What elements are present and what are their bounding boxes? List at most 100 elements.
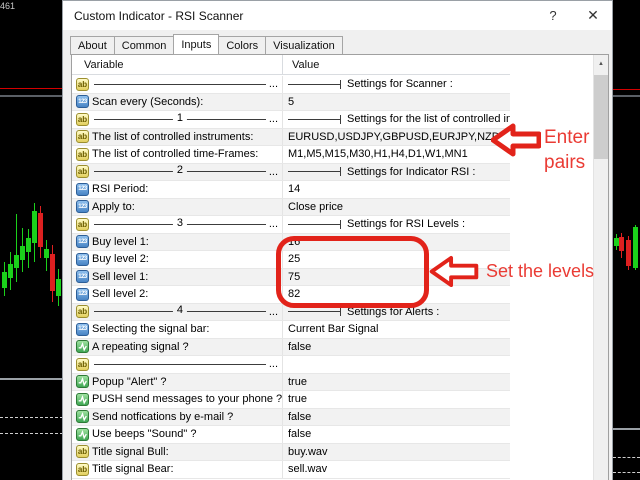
candle-body xyxy=(50,254,55,291)
separator-label: Settings for Scanner : xyxy=(347,78,453,90)
value-text[interactable]: false xyxy=(288,428,311,440)
value-text[interactable]: 5 xyxy=(288,96,294,108)
table-row[interactable]: ab3...Settings for RSI Levels : xyxy=(72,216,510,234)
table-row[interactable]: Popup "Alert" ?true xyxy=(72,374,510,392)
candle-body xyxy=(56,279,61,296)
value-cell[interactable]: Close price xyxy=(283,199,510,216)
chart-horizontal-line xyxy=(613,89,640,90)
value-cell[interactable]: Settings for Alerts : xyxy=(283,304,510,321)
value-text[interactable]: false xyxy=(288,411,311,423)
table-row[interactable]: A repeating signal ?false xyxy=(72,339,510,357)
price-scale-fragment: 461 xyxy=(0,1,15,11)
string-param-icon: ab xyxy=(76,78,89,91)
value-cell[interactable]: M1,M5,M15,M30,H1,H4,D1,W1,MN1 xyxy=(283,146,510,163)
table-row[interactable]: abThe list of controlled time-Frames:M1,… xyxy=(72,146,510,164)
table-row[interactable]: ab2...Settings for Indicator RSI : xyxy=(72,164,510,182)
value-text[interactable]: M1,M5,M15,M30,H1,H4,D1,W1,MN1 xyxy=(288,148,468,160)
tab-visualization[interactable]: Visualization xyxy=(265,36,343,55)
table-row[interactable]: ab4...Settings for Alerts : xyxy=(72,304,510,322)
integer-param-icon: 123 xyxy=(76,200,89,213)
value-cell[interactable]: false xyxy=(283,409,510,426)
table-row[interactable]: abTitle signal Bear:sell.wav xyxy=(72,461,510,479)
table-row[interactable]: PUSH send messages to your phone ? true xyxy=(72,391,510,409)
value-cell[interactable]: Settings for Indicator RSI : xyxy=(283,164,510,181)
value-text[interactable]: true xyxy=(288,376,307,388)
separator-tick xyxy=(340,220,341,229)
table-row[interactable]: Use beeps "Sound" ?false xyxy=(72,426,510,444)
column-header-variable[interactable]: Variable xyxy=(72,55,283,74)
tab-about[interactable]: About xyxy=(70,36,115,55)
value-text[interactable]: 14 xyxy=(288,183,300,195)
table-row[interactable]: 123Apply to:Close price xyxy=(72,199,510,217)
value-text[interactable]: sell.wav xyxy=(288,463,327,475)
value-text[interactable]: buy.wav xyxy=(288,446,328,458)
value-cell[interactable]: 5 xyxy=(283,94,510,111)
value-cell[interactable]: Settings for the list of controlled inst… xyxy=(283,111,510,128)
tab-inputs[interactable]: Inputs xyxy=(173,34,219,55)
candle-body xyxy=(32,211,37,243)
value-cell[interactable]: 82 xyxy=(283,286,510,303)
value-cell[interactable]: false xyxy=(283,426,510,443)
separator-ellipsis: ... xyxy=(269,166,278,178)
table-row[interactable]: 123RSI Period:14 xyxy=(72,181,510,199)
table-row[interactable]: 123Selecting the signal bar:Current Bar … xyxy=(72,321,510,339)
tab-common[interactable]: Common xyxy=(114,36,175,55)
table-row[interactable]: 123Buy level 2:25 xyxy=(72,251,510,269)
table-row[interactable]: ab... xyxy=(72,356,510,374)
help-button[interactable]: ? xyxy=(536,1,570,30)
candle-body xyxy=(626,240,631,266)
value-cell[interactable]: false xyxy=(283,339,510,356)
value-cell[interactable]: Current Bar Signal xyxy=(283,321,510,338)
value-cell[interactable]: Settings for Scanner : xyxy=(283,76,510,93)
boolean-param-icon xyxy=(76,393,89,406)
separator-label: Settings for Indicator RSI : xyxy=(347,166,475,178)
close-button[interactable]: ✕ xyxy=(576,1,610,30)
table-row[interactable]: 123Buy level 1:16 xyxy=(72,234,510,252)
table-row[interactable]: abThe list of controlled instruments:EUR… xyxy=(72,129,510,147)
candle-body xyxy=(38,213,43,247)
value-cell[interactable]: buy.wav xyxy=(283,444,510,461)
value-cell[interactable]: 75 xyxy=(283,269,510,286)
value-cell[interactable] xyxy=(283,356,510,373)
value-text[interactable]: false xyxy=(288,341,311,353)
value-text[interactable]: 75 xyxy=(288,271,300,283)
value-cell[interactable]: 25 xyxy=(283,251,510,268)
vertical-scrollbar[interactable]: ▲ xyxy=(593,55,608,480)
variable-label: Sell level 2: xyxy=(92,288,148,300)
value-cell[interactable]: Settings for RSI Levels : xyxy=(283,216,510,233)
variable-label: Send notfications by e-mail ? xyxy=(92,411,233,423)
separator-line xyxy=(288,311,340,312)
value-text[interactable]: true xyxy=(288,393,307,405)
table-row[interactable]: ab1...Settings for the list of controlle… xyxy=(72,111,510,129)
table-row[interactable]: 123Sell level 1:75 xyxy=(72,269,510,287)
value-cell[interactable]: 16 xyxy=(283,234,510,251)
string-param-icon: ab xyxy=(76,463,89,476)
value-cell[interactable]: sell.wav xyxy=(283,461,510,478)
value-cell[interactable]: EURUSD,USDJPY,GBPUSD,EURJPY,NZDUSD,... xyxy=(283,129,510,146)
variable-cell: PUSH send messages to your phone ? xyxy=(72,391,283,408)
chart-dashed-level-line xyxy=(0,417,63,418)
value-cell[interactable]: 14 xyxy=(283,181,510,198)
tab-colors[interactable]: Colors xyxy=(218,36,266,55)
separator-line: 3 xyxy=(94,224,266,225)
column-header-value[interactable]: Value xyxy=(283,59,510,71)
value-cell[interactable]: true xyxy=(283,374,510,391)
table-row[interactable]: Send notfications by e-mail ? false xyxy=(72,409,510,427)
value-text[interactable]: Close price xyxy=(288,201,343,213)
value-text[interactable]: 16 xyxy=(288,236,300,248)
tab-strip: AboutCommonInputsColorsVisualization xyxy=(70,34,342,55)
scrollbar-thumb[interactable] xyxy=(594,75,608,159)
value-cell[interactable]: true xyxy=(283,391,510,408)
value-text[interactable]: 25 xyxy=(288,253,300,265)
value-text[interactable]: Current Bar Signal xyxy=(288,323,379,335)
separator-tick xyxy=(340,167,341,176)
table-row[interactable]: 123Sell level 2:82 xyxy=(72,286,510,304)
table-row[interactable]: ab...Settings for Scanner : xyxy=(72,76,510,94)
chart-dashed-level-line xyxy=(613,472,640,473)
separator-tick xyxy=(340,80,341,89)
scroll-up-icon[interactable]: ▲ xyxy=(594,55,608,72)
value-text[interactable]: 82 xyxy=(288,288,300,300)
table-row[interactable]: 123Scan every (Seconds):5 xyxy=(72,94,510,112)
value-text[interactable]: EURUSD,USDJPY,GBPUSD,EURJPY,NZDUSD,... xyxy=(288,131,510,143)
table-row[interactable]: abTitle signal Bull:buy.wav xyxy=(72,444,510,462)
